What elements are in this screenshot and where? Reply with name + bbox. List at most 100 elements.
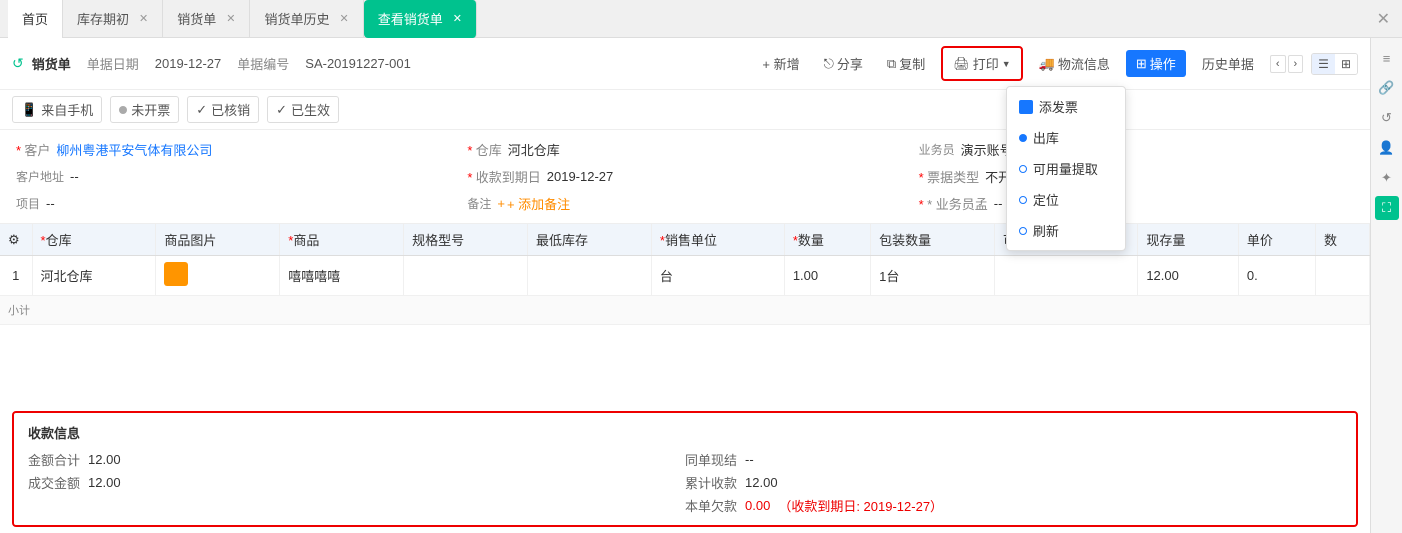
th-image: 商品图片 [156, 224, 280, 256]
sidebar-icon-4[interactable]: 👤 [1375, 136, 1399, 160]
next-arrow[interactable]: › [1288, 55, 1304, 73]
confirmed-btn[interactable]: ✓ 已核销 [187, 96, 259, 123]
tab-home[interactable]: 首页 [8, 0, 63, 38]
tab-sales-history[interactable]: 销货单历史 ✕ [250, 0, 363, 38]
copy-label: 复制 [899, 54, 925, 73]
logistics-icon: 🚚 [1039, 56, 1055, 72]
date-label: 单据日期 [87, 54, 139, 73]
tab-view-close[interactable]: ✕ [453, 12, 462, 25]
amount-total-label: 金额合计 [28, 450, 80, 469]
address-label: 客户地址 [16, 168, 64, 185]
row-unit-price: 0. [1238, 256, 1315, 296]
operations-dropdown: 添发票 出库 可用量提取 定位 [1006, 86, 1126, 251]
locate-icon [1019, 196, 1027, 204]
current-owed-value: 0.00 [745, 498, 770, 513]
tab-view-sales[interactable]: 查看销货单 ✕ [364, 0, 477, 38]
share-label: 分享 [837, 54, 863, 73]
available-qty-icon [1019, 165, 1027, 173]
from-mobile-btn[interactable]: 📱 来自手机 [12, 96, 102, 123]
doc-icon: ↺ [12, 55, 24, 72]
print-arrow: ▼ [1002, 59, 1011, 69]
dropdown-out-stock[interactable]: 出库 [1007, 122, 1125, 153]
share-button[interactable]: ⎋ 分享 [816, 50, 871, 77]
warehouse-value: 河北仓库 [508, 140, 560, 159]
same-order-value: -- [745, 452, 754, 467]
tab-sales-label: 销货单 [177, 9, 216, 28]
row-unit: 台 [651, 256, 784, 296]
th-num: 数 [1316, 224, 1370, 256]
sidebar-icon-3[interactable]: ↺ [1375, 106, 1399, 130]
tab-sales-close[interactable]: ✕ [226, 12, 235, 25]
dropdown-locate[interactable]: 定位 [1007, 184, 1125, 215]
dropdown-available-qty[interactable]: 可用量提取 [1007, 153, 1125, 184]
copy-button[interactable]: ⧉ 复制 [879, 50, 933, 77]
salesperson-label: 业务员 [919, 141, 955, 158]
grid-view-btn[interactable]: ⊞ [1335, 54, 1357, 74]
effective-btn[interactable]: ✓ 已生效 [267, 96, 339, 123]
out-stock-label: 出库 [1033, 128, 1059, 147]
same-order-row: 同单现结 -- [685, 450, 1342, 469]
transaction-amount-value: 12.00 [88, 475, 121, 490]
warehouse-label: * 仓库 [467, 140, 501, 159]
amount-total-value: 12.00 [88, 452, 121, 467]
sidebar-icon-1[interactable]: ≡ [1375, 46, 1399, 70]
new-button[interactable]: + 新增 [754, 50, 807, 77]
add-note-label: + 添加备注 [507, 194, 570, 213]
product-thumbnail [164, 262, 188, 286]
subtotal-label: 小计 [0, 296, 1370, 325]
right-sidebar: ≡ 🔗 ↺ 👤 ✦ ⛶ [1370, 38, 1402, 533]
window-close-button[interactable]: ✕ [1377, 9, 1390, 29]
cumulative-receipt-value: 12.00 [745, 475, 778, 490]
logistics-button[interactable]: 🚚 物流信息 [1031, 50, 1118, 77]
add-invoice-label: 添发票 [1039, 97, 1078, 116]
th-unit-price: 单价 [1238, 224, 1315, 256]
print-button[interactable]: 🖨 打印 ▼ [945, 50, 1018, 77]
row-pack-qty: 1台 [871, 256, 995, 296]
tab-inventory-init[interactable]: 库存期初 ✕ [63, 0, 163, 38]
dropdown-add-invoice[interactable]: 添发票 [1007, 91, 1125, 122]
dropdown-refresh[interactable]: 刷新 [1007, 215, 1125, 246]
print-label: 打印 [973, 54, 999, 73]
add-note-btn[interactable]: + + 添加备注 [497, 194, 570, 213]
row-spec [404, 256, 528, 296]
doc-header: ↺ 销货单 单据日期 2019-12-27 单据编号 SA-20191227-0… [0, 38, 1370, 90]
row-current-stock: 12.00 [1138, 256, 1239, 296]
th-quantity: *数量 [784, 224, 870, 256]
owed-note: （收款到期日: 2019-12-27） [778, 496, 943, 515]
operations-icon: ⊞ [1136, 56, 1147, 72]
address-value: -- [70, 169, 79, 184]
sidebar-icon-5[interactable]: ✦ [1375, 166, 1399, 190]
operations-label: 操作 [1150, 54, 1176, 73]
form-section: * 客户 柳州粤港平安气体有限公司 * 仓库 河北仓库 业务员 演示账号 客户地… [0, 130, 1370, 223]
tab-inventory-close[interactable]: ✕ [139, 12, 148, 25]
sidebar-icon-expand[interactable]: ⛶ [1375, 196, 1399, 220]
row-min-stock [528, 256, 652, 296]
history-button[interactable]: 历史单据 [1194, 50, 1262, 77]
row-product: 嘻嘻嘻嘻 [280, 256, 404, 296]
out-stock-icon [1019, 134, 1027, 142]
operations-button[interactable]: ⊞ 操作 [1126, 50, 1186, 77]
confirmed-icon: ✓ [196, 102, 207, 118]
sidebar-icon-2[interactable]: 🔗 [1375, 76, 1399, 100]
customer-value[interactable]: 柳州粤港平安气体有限公司 [56, 140, 212, 159]
cumulative-receipt-row: 累计收款 12.00 [685, 473, 1342, 492]
tab-sales-order[interactable]: 销货单 ✕ [163, 0, 250, 38]
number-label: 单据编号 [237, 54, 289, 73]
payment-info-title: 收款信息 [28, 423, 1342, 442]
salesperson-value: 演示账号 [961, 140, 1013, 159]
th-spec: 规格型号 [404, 224, 528, 256]
history-label: 历史单据 [1202, 57, 1254, 72]
refresh-label: 刷新 [1033, 221, 1059, 240]
not-opened-btn[interactable]: 未开票 [110, 96, 179, 123]
tab-home-label: 首页 [22, 9, 48, 28]
project-label: 项目 [16, 195, 40, 212]
sub-actions: 📱 来自手机 未开票 ✓ 已核销 ✓ 已生效 [0, 90, 1370, 130]
prev-arrow[interactable]: ‹ [1270, 55, 1286, 73]
list-view-btn[interactable]: ☰ [1312, 54, 1335, 74]
same-order-label: 同单现结 [685, 450, 737, 469]
date-value: 2019-12-27 [155, 56, 222, 71]
copy-icon: ⧉ [887, 56, 896, 72]
tab-history-close[interactable]: ✕ [340, 12, 349, 25]
th-current-stock: 现存量 [1138, 224, 1239, 256]
row-image [156, 256, 280, 296]
